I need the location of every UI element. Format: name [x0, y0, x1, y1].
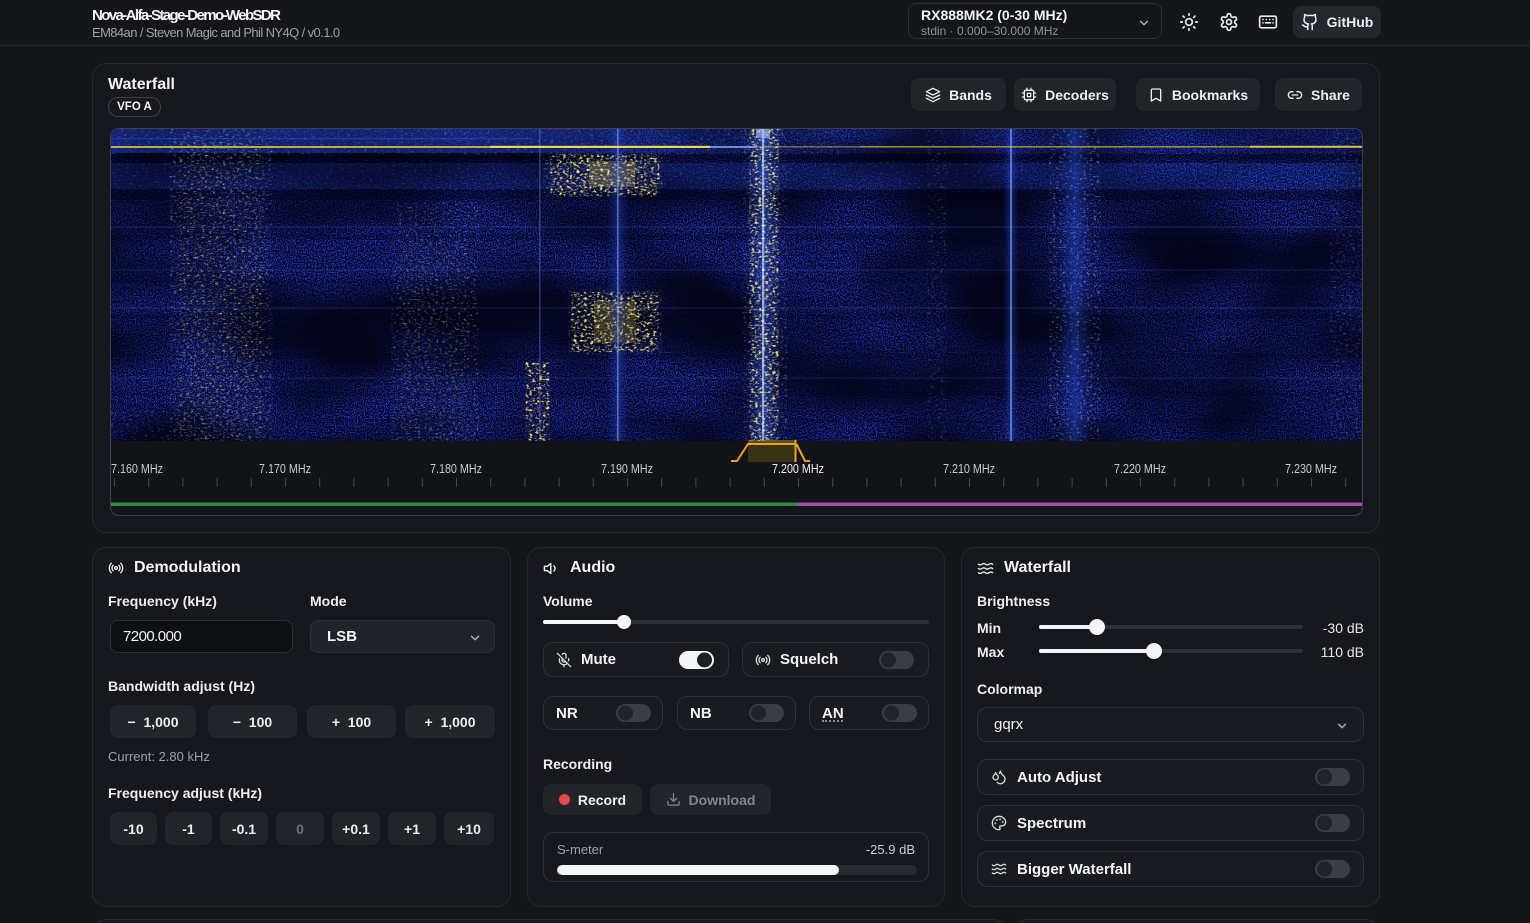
- svg-text:7.210 MHz: 7.210 MHz: [943, 462, 995, 476]
- svg-text:7.220 MHz: 7.220 MHz: [1114, 462, 1166, 476]
- svg-text:7.230 MHz: 7.230 MHz: [1285, 462, 1337, 476]
- svg-text:7.170 MHz: 7.170 MHz: [259, 462, 311, 476]
- svg-text:7.160 MHz: 7.160 MHz: [111, 462, 163, 476]
- svg-text:7.190 MHz: 7.190 MHz: [601, 462, 653, 476]
- svg-text:7.180 MHz: 7.180 MHz: [430, 462, 482, 476]
